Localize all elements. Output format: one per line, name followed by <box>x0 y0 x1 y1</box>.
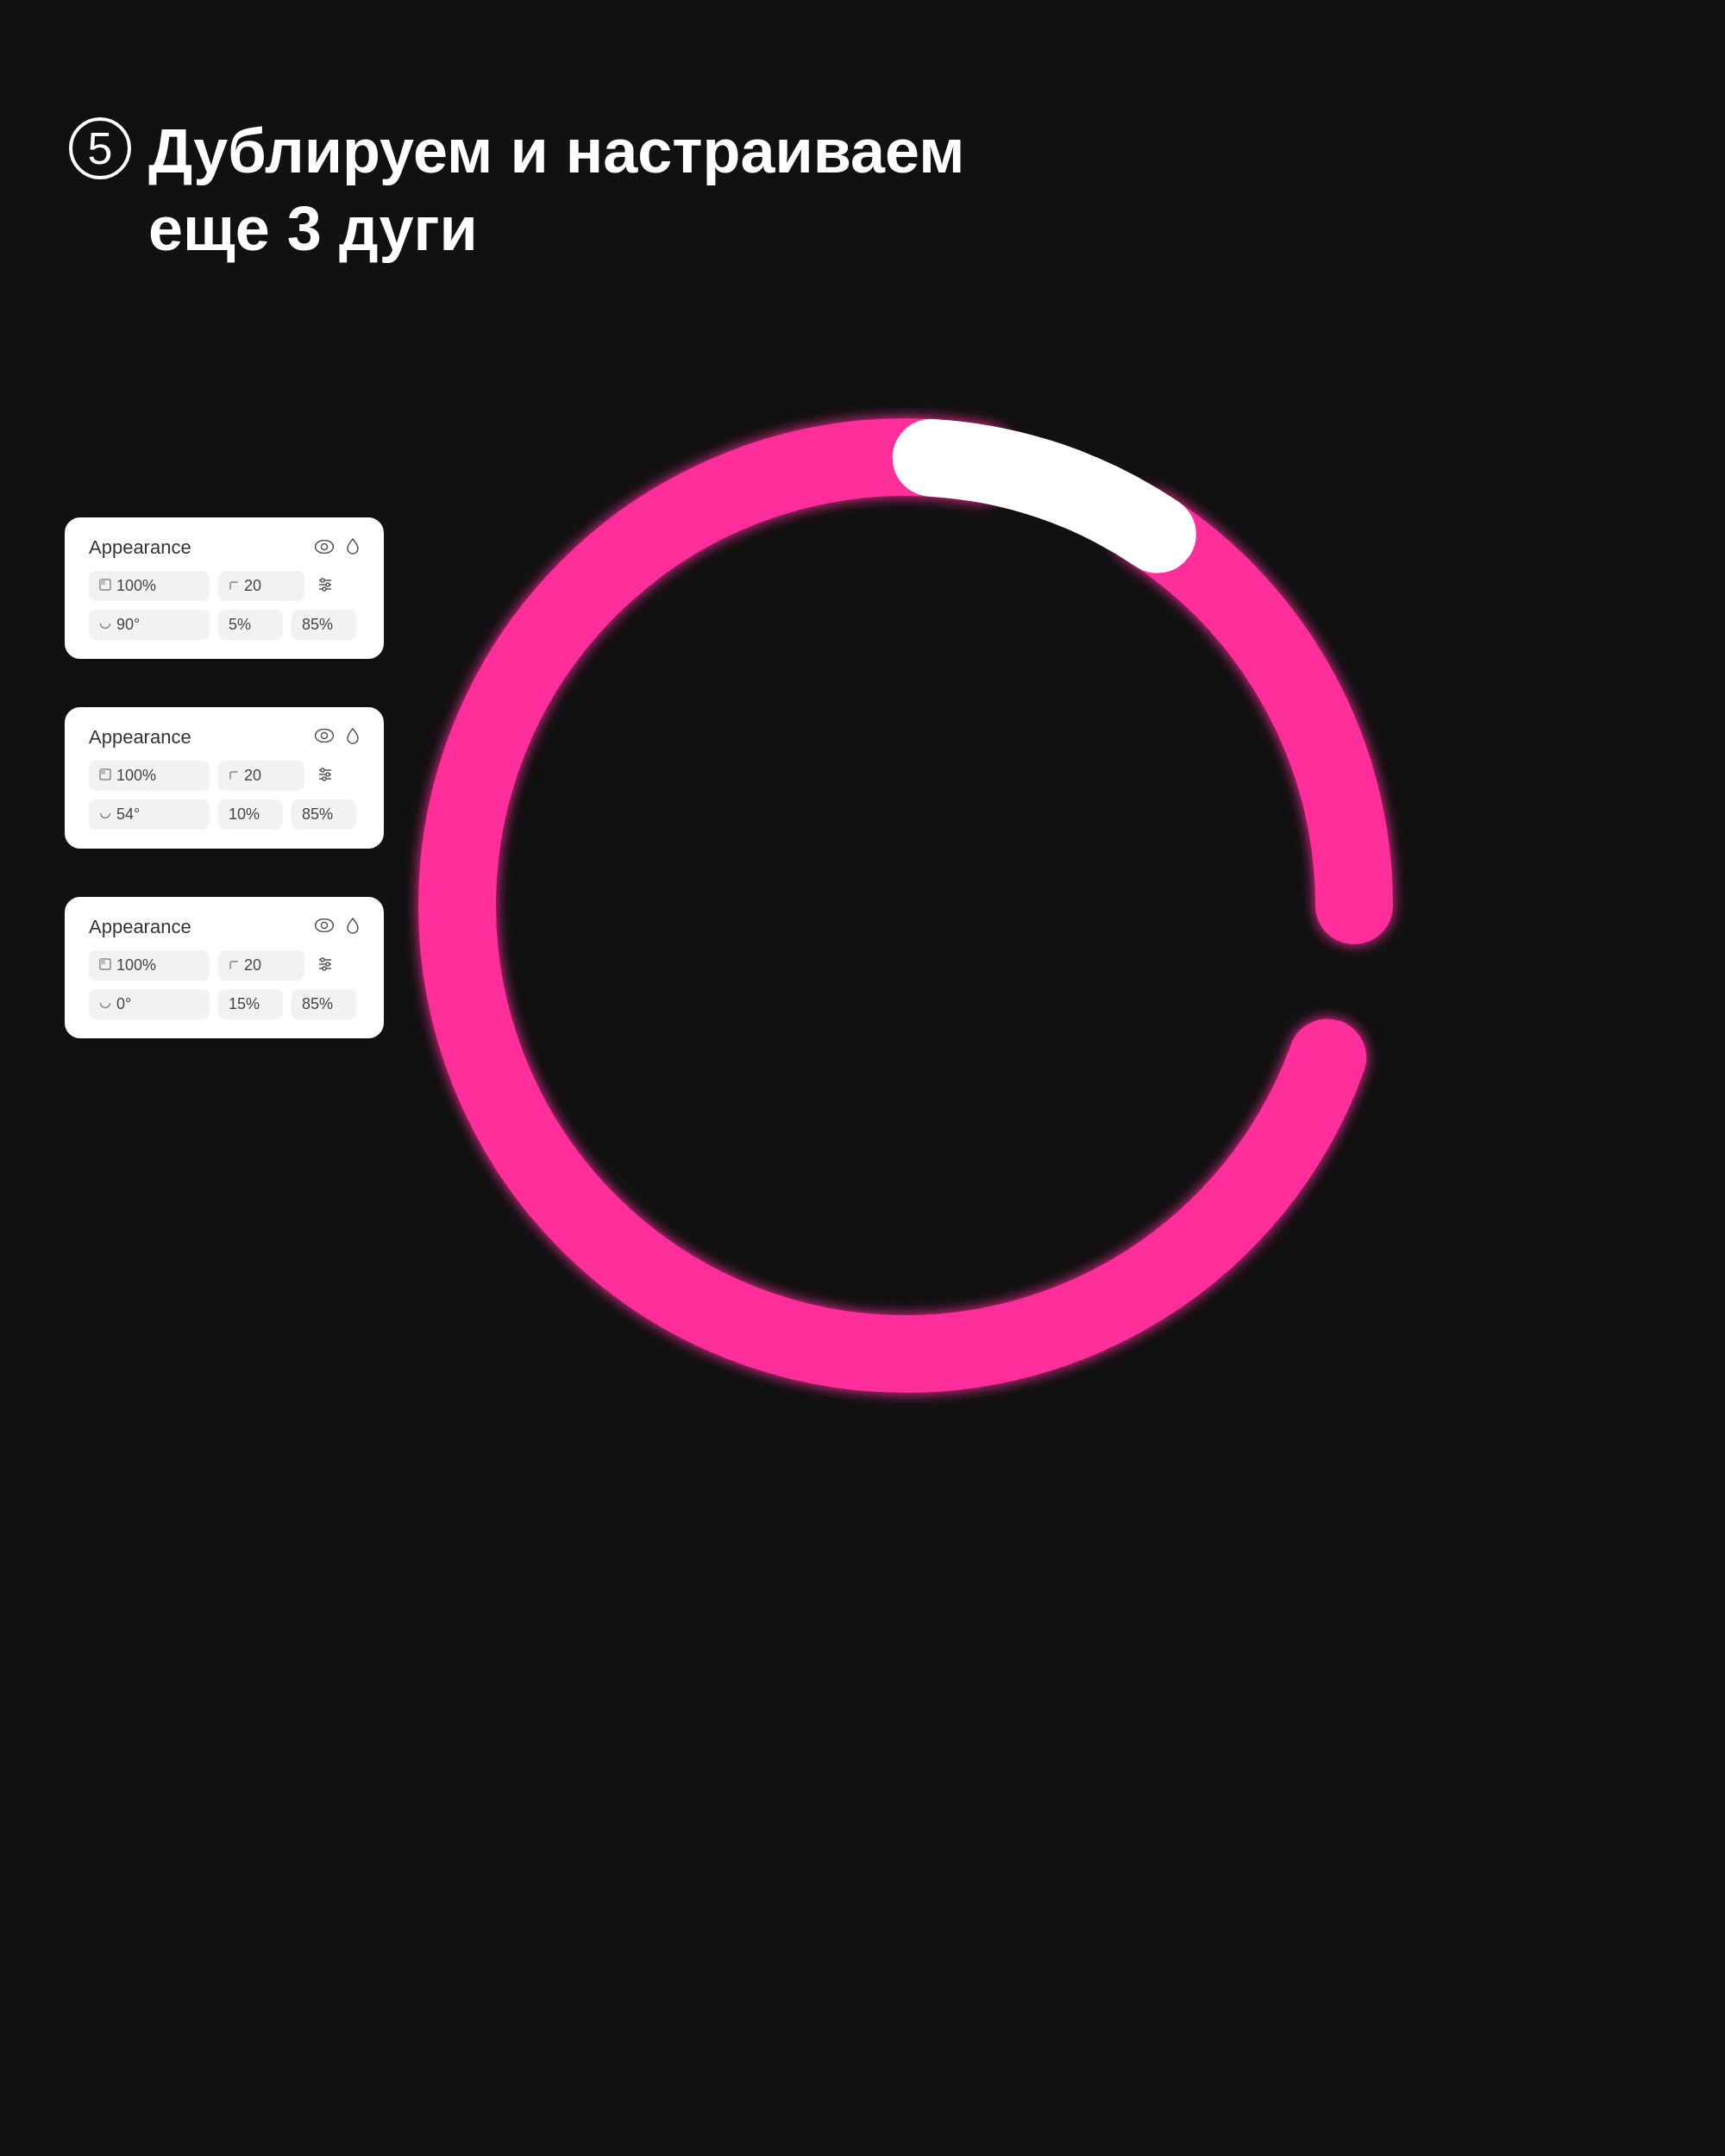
title-line1: Дублируем и настраиваем <box>148 112 964 190</box>
svg-point-32 <box>101 999 110 1008</box>
square-icon-3 <box>99 958 111 973</box>
card-2-angle-field[interactable]: 54° <box>89 799 210 830</box>
card-1-radius-value: 20 <box>244 577 261 595</box>
card-1-radius-field[interactable]: 20 <box>218 571 304 601</box>
svg-point-21 <box>101 809 110 818</box>
appearance-card-3: Appearance 100% <box>65 897 384 1038</box>
svg-point-18 <box>321 768 324 772</box>
svg-point-9 <box>323 587 326 591</box>
card-2-opacity-field[interactable]: 100% <box>89 761 210 791</box>
card-2-radius-value: 20 <box>244 767 261 785</box>
corner-icon-3 <box>229 959 239 973</box>
step-number: 5 <box>69 117 131 179</box>
svg-point-11 <box>316 730 334 743</box>
svg-point-23 <box>322 923 328 929</box>
arc-icon-1 <box>99 617 111 632</box>
card-3-row2: 0° 15% 85% <box>89 989 360 1019</box>
svg-point-30 <box>326 962 329 966</box>
card-1-row1: 100% 20 <box>89 571 360 601</box>
square-icon <box>99 579 111 593</box>
svg-point-31 <box>323 967 326 970</box>
card-3-opacity-field[interactable]: 100% <box>89 950 210 981</box>
eye-icon-2[interactable] <box>315 729 334 746</box>
card-2-angle-value: 54° <box>116 805 140 824</box>
title-text: Дублируем и настраиваем еще 3 дуги <box>148 112 964 267</box>
square-icon-2 <box>99 768 111 783</box>
card-3-radius-value: 20 <box>244 956 261 975</box>
card-2-header: Appearance <box>89 726 360 749</box>
svg-point-12 <box>322 733 328 739</box>
card-1-sliders-icon[interactable] <box>317 576 334 597</box>
svg-rect-3 <box>100 580 105 585</box>
card-3-sliders-icon[interactable] <box>317 956 334 976</box>
card-1-opacity-field[interactable]: 100% <box>89 571 210 601</box>
card-3-val2: 85% <box>302 995 333 1013</box>
arc-icon-3 <box>99 997 111 1012</box>
arc-icon-2 <box>99 807 111 822</box>
card-2-val1: 10% <box>229 805 260 824</box>
card-1-angle-field[interactable]: 90° <box>89 610 210 640</box>
card-3-title: Appearance <box>89 916 191 938</box>
card-2-row2: 54° 10% 85% <box>89 799 360 830</box>
svg-point-8 <box>326 583 329 586</box>
card-1-title: Appearance <box>89 536 191 559</box>
card-3-angle-value: 0° <box>116 995 131 1013</box>
card-3-row1: 100% 20 <box>89 950 360 981</box>
card-1-row2: 90° 5% 85% <box>89 610 360 640</box>
card-3-radius-field[interactable]: 20 <box>218 950 304 981</box>
svg-point-29 <box>321 958 324 962</box>
svg-point-1 <box>322 543 328 549</box>
appearance-card-2: Appearance 100% <box>65 707 384 849</box>
svg-point-10 <box>101 619 110 629</box>
card-2-opacity-value: 100% <box>116 767 156 785</box>
card-1-val1: 5% <box>229 616 251 634</box>
card-2-radius-field[interactable]: 20 <box>218 761 304 791</box>
card-1-val2: 85% <box>302 616 333 634</box>
corner-icon <box>229 580 239 593</box>
card-1-header: Appearance <box>89 536 360 559</box>
card-3-val1: 15% <box>229 995 260 1013</box>
svg-point-0 <box>316 540 334 553</box>
title-line2: еще 3 дуги <box>148 190 964 267</box>
svg-point-19 <box>326 773 329 776</box>
card-2-val2: 85% <box>302 805 333 824</box>
card-2-title: Appearance <box>89 726 191 749</box>
card-2-val1-field[interactable]: 10% <box>218 799 283 830</box>
appearance-card-1: Appearance 100% <box>65 517 384 659</box>
ring-visualization <box>345 345 1466 1466</box>
card-3-opacity-value: 100% <box>116 956 156 975</box>
card-3-header: Appearance <box>89 916 360 938</box>
corner-icon-2 <box>229 769 239 783</box>
card-1-val1-field[interactable]: 5% <box>218 610 283 640</box>
eye-icon-3[interactable] <box>315 918 334 936</box>
title-area: 5 Дублируем и настраиваем еще 3 дуги <box>69 112 964 267</box>
eye-icon[interactable] <box>315 538 334 558</box>
card-1-angle-value: 90° <box>116 616 140 634</box>
card-3-angle-field[interactable]: 0° <box>89 989 210 1019</box>
svg-point-7 <box>321 579 324 582</box>
card-1-opacity-value: 100% <box>116 577 156 595</box>
ring-svg <box>345 345 1466 1466</box>
card-3-val1-field[interactable]: 15% <box>218 989 283 1019</box>
svg-rect-25 <box>100 959 105 964</box>
svg-point-20 <box>323 777 326 780</box>
svg-rect-14 <box>100 769 105 774</box>
card-2-row1: 100% 20 <box>89 761 360 791</box>
svg-point-22 <box>316 919 334 932</box>
card-2-sliders-icon[interactable] <box>317 766 334 787</box>
